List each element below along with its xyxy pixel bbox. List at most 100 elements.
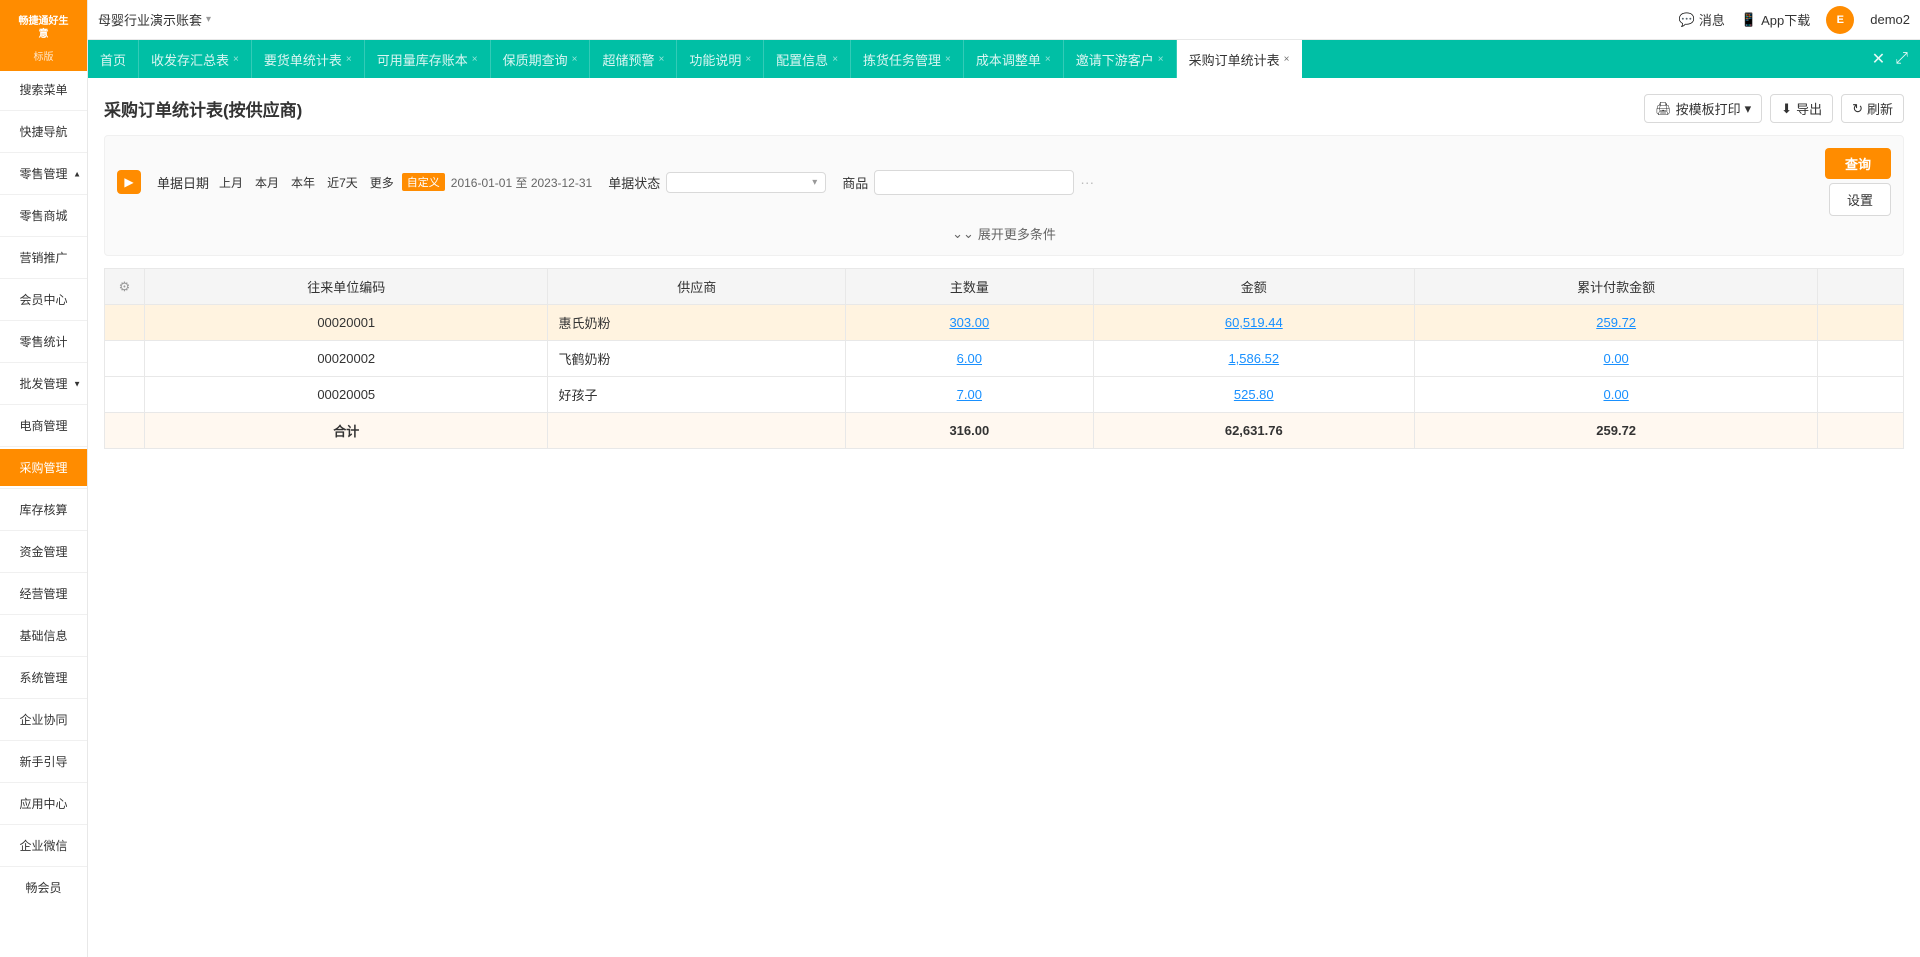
nav-tab-close[interactable]: × xyxy=(658,54,664,65)
goods-more-icon[interactable]: ··· xyxy=(1080,174,1094,190)
sidebar-item-电商管理[interactable]: 电商管理 xyxy=(0,407,87,444)
shortcut-more[interactable]: 更多 xyxy=(366,172,398,193)
nav-tab-label: 超储预警 xyxy=(602,50,654,69)
nav-tab-close[interactable]: × xyxy=(1045,54,1051,65)
row-amount[interactable]: 60,519.44 xyxy=(1093,305,1414,341)
sidebar-item-基础信息[interactable]: 基础信息 xyxy=(0,617,87,654)
sidebar-item-搜索菜单[interactable]: 搜索菜单 xyxy=(0,71,87,108)
nav-tab-10[interactable]: 邀请下游客户 × xyxy=(1064,40,1177,78)
nav-tab-6[interactable]: 功能说明 × xyxy=(677,40,764,78)
sidebar-item-库存核算[interactable]: 库存核算 xyxy=(0,491,87,528)
nav-tab-close[interactable]: × xyxy=(945,54,951,65)
shortcut-this-year[interactable]: 本年 xyxy=(287,172,319,193)
sidebar-item-系统管理[interactable]: 系统管理 xyxy=(0,659,87,696)
row-amount[interactable]: 1,586.52 xyxy=(1093,341,1414,377)
sidebar-item-畅会员[interactable]: 畅会员 xyxy=(0,869,87,906)
refresh-button[interactable]: ↻ 刷新 xyxy=(1841,94,1904,123)
sidebar-item-会员中心[interactable]: 会员中心 xyxy=(0,281,87,318)
sidebar-item-批发管理[interactable]: 批发管理 xyxy=(0,365,87,402)
filter-toggle[interactable]: ▶ xyxy=(117,170,141,194)
print-button[interactable]: 🖨 按模板打印 ▾ xyxy=(1644,94,1762,123)
nav-tab-close[interactable]: × xyxy=(472,54,478,65)
sidebar-item-资金管理[interactable]: 资金管理 xyxy=(0,533,87,570)
sidebar-item-企业微信[interactable]: 企业微信 xyxy=(0,827,87,864)
filter-row: ▶ 单据日期 上月 本月 本年 近7天 更多 自定义 2016-01-01 至 … xyxy=(117,148,1891,216)
sidebar-item-营销推广[interactable]: 营销推广 xyxy=(0,239,87,276)
sidebar-item-新手引导[interactable]: 新手引导 xyxy=(0,743,87,780)
nav-tab-1[interactable]: 收发存汇总表 × xyxy=(139,40,252,78)
sidebar-item-采购管理[interactable]: 采购管理 xyxy=(0,449,87,486)
nav-tab-close[interactable]: × xyxy=(1284,54,1290,65)
status-filter-group: 单据状态 ▾ xyxy=(608,172,826,193)
print-label: 按模板打印 xyxy=(1676,99,1741,118)
sidebar-divider xyxy=(0,320,87,321)
row-main-qty[interactable]: 303.00 xyxy=(846,305,1094,341)
nav-tab-close[interactable]: × xyxy=(346,54,352,65)
sidebar-item-企业协同[interactable]: 企业协同 xyxy=(0,701,87,738)
nav-tab-close[interactable]: × xyxy=(1158,54,1164,65)
nav-tab-close[interactable]: × xyxy=(745,54,751,65)
goods-filter-input[interactable] xyxy=(874,170,1074,195)
filter-more-row: ⌄⌄ 展开更多条件 xyxy=(117,224,1891,243)
col-main-qty: 主数量 xyxy=(846,269,1094,305)
user-avatar[interactable]: E xyxy=(1826,6,1854,34)
nav-tab-close[interactable]: × xyxy=(572,54,578,65)
nav-tab-close[interactable]: × xyxy=(233,54,239,65)
workspace-selector[interactable]: 母婴行业演示账套 ▾ xyxy=(98,10,1679,29)
sidebar-item-经营管理[interactable]: 经营管理 xyxy=(0,575,87,612)
row-amount[interactable]: 525.80 xyxy=(1093,377,1414,413)
nav-tab-3[interactable]: 可用量库存账本 × xyxy=(365,40,491,78)
row-paid[interactable]: 259.72 xyxy=(1414,305,1817,341)
app-download-button[interactable]: 📱 App下载 xyxy=(1741,10,1810,29)
sidebar-divider xyxy=(0,488,87,489)
sidebar-item-零售统计[interactable]: 零售统计 xyxy=(0,323,87,360)
sidebar-divider xyxy=(0,572,87,573)
nav-tab-7[interactable]: 配置信息 × xyxy=(764,40,851,78)
message-button[interactable]: 💬 消息 xyxy=(1679,10,1725,29)
sidebar: 畅捷通好生意 标版 搜索菜单快捷导航零售管理零售商城营销推广会员中心零售统计批发… xyxy=(0,0,88,957)
settings-button[interactable]: 设置 xyxy=(1829,183,1891,216)
close-tab-icon[interactable]: ✕ xyxy=(1868,49,1889,69)
sidebar-divider xyxy=(0,824,87,825)
expand-tabs-icon[interactable]: ⤢ xyxy=(1891,50,1912,68)
nav-tab-11[interactable]: 采购订单统计表 × xyxy=(1177,40,1303,78)
row-paid[interactable]: 0.00 xyxy=(1414,341,1817,377)
nav-tab-9[interactable]: 成本调整单 × xyxy=(964,40,1064,78)
nav-tab-4[interactable]: 保质期查询 × xyxy=(491,40,591,78)
search-button[interactable]: 查询 xyxy=(1825,148,1891,179)
shortcut-7days[interactable]: 近7天 xyxy=(323,172,362,193)
row-paid[interactable]: 0.00 xyxy=(1414,377,1817,413)
expand-more-button[interactable]: ⌄⌄ 展开更多条件 xyxy=(952,224,1056,243)
sidebar-item-快捷导航[interactable]: 快捷导航 xyxy=(0,113,87,150)
export-button[interactable]: ⬇ 导出 xyxy=(1770,94,1833,123)
status-select[interactable]: ▾ xyxy=(666,172,826,193)
row-main-qty[interactable]: 6.00 xyxy=(846,341,1094,377)
shortcut-this-month[interactable]: 本月 xyxy=(251,172,283,193)
nav-tab-8[interactable]: 拣货任务管理 × xyxy=(851,40,964,78)
shortcut-last-month[interactable]: 上月 xyxy=(215,172,247,193)
app-logo[interactable]: 畅捷通好生意 标版 xyxy=(0,0,87,71)
nav-tab-close[interactable]: × xyxy=(832,54,838,65)
footer-settings-cell xyxy=(105,413,145,449)
sidebar-item-零售管理[interactable]: 零售管理 xyxy=(0,155,87,192)
nav-tab-label: 保质期查询 xyxy=(503,50,568,69)
sidebar-item-应用中心[interactable]: 应用中心 xyxy=(0,785,87,822)
nav-tab-5[interactable]: 超储预警 × xyxy=(590,40,677,78)
date-range-value: 2016-01-01 至 2023-12-31 xyxy=(451,174,592,191)
row-code: 00020001 xyxy=(145,305,548,341)
workspace-dropdown-icon[interactable]: ▾ xyxy=(206,14,211,25)
col-code: 往来单位编码 xyxy=(145,269,548,305)
nav-tab-0[interactable]: 首页 xyxy=(88,40,139,78)
nav-tab-2[interactable]: 要货单统计表 × xyxy=(252,40,365,78)
sidebar-divider xyxy=(0,782,87,783)
sidebar-item-零售商城[interactable]: 零售商城 xyxy=(0,197,87,234)
row-supplier: 好孩子 xyxy=(548,377,846,413)
col-paid: 累计付款金额 xyxy=(1414,269,1817,305)
nav-tab-label: 拣货任务管理 xyxy=(863,50,941,69)
sidebar-divider xyxy=(0,404,87,405)
col-supplier: 供应商 xyxy=(548,269,846,305)
user-initial: E xyxy=(1837,14,1844,26)
col-settings-icon[interactable]: ⚙ xyxy=(119,279,131,294)
sidebar-divider xyxy=(0,530,87,531)
row-main-qty[interactable]: 7.00 xyxy=(846,377,1094,413)
